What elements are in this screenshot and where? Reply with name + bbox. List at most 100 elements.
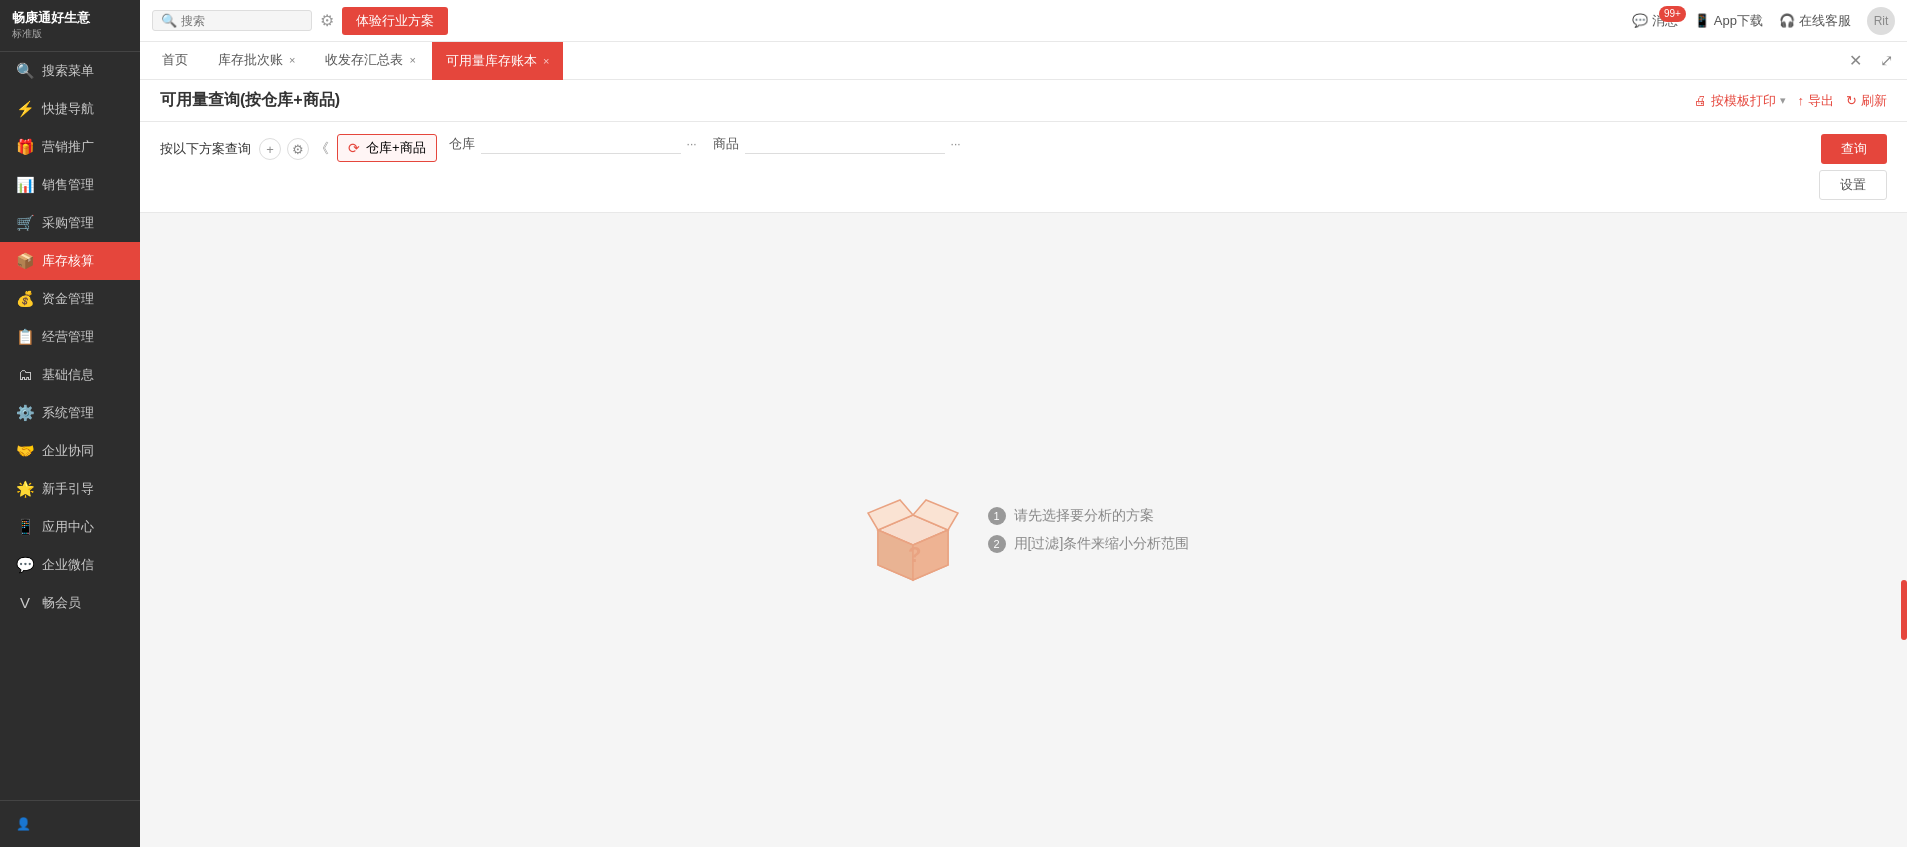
- gear-icon[interactable]: ⚙: [320, 11, 334, 30]
- page-header: 可用量查询(按仓库+商品) 🖨 按模板打印 ▾ ↑ 导出 ↻ 刷新: [140, 80, 1907, 122]
- online-service-btn[interactable]: 🎧 在线客服: [1779, 12, 1851, 30]
- sidebar-item-basic[interactable]: 🗂基础信息: [0, 356, 140, 394]
- tab-label: 库存批次账: [218, 51, 283, 69]
- tab-batch-ledger[interactable]: 库存批次账 ×: [204, 42, 309, 80]
- close-tab-icon[interactable]: ✕: [1843, 49, 1868, 72]
- sidebar-bottom: 👤: [0, 800, 140, 847]
- empty-step-1: 1 请先选择要分析的方案: [988, 507, 1190, 525]
- topbar-right: 💬 消息 99+ 📱 App下载 🎧 在线客服 Rit: [1632, 7, 1895, 35]
- empty-step-2: 2 用[过滤]条件来缩小分析范围: [988, 535, 1190, 553]
- search-icon: 🔍: [161, 13, 177, 28]
- tab-receive-summary[interactable]: 收发存汇总表×: [311, 42, 429, 80]
- newbie-icon: 🌟: [16, 480, 34, 498]
- step-1-text: 请先选择要分析的方案: [1014, 507, 1154, 525]
- sidebar-item-enterprise[interactable]: 🤝 企业协同: [0, 432, 140, 470]
- scheme-section: 按以下方案查询 + ⚙ 《 ⟳ 仓库+商品: [160, 134, 437, 162]
- user-menu[interactable]: Rit: [1867, 7, 1895, 35]
- avatar: Rit: [1867, 7, 1895, 35]
- refresh-btn[interactable]: ↻ 刷新: [1846, 92, 1887, 110]
- print-label: 按模板打印: [1711, 92, 1776, 110]
- headset-icon: 🎧: [1779, 13, 1795, 28]
- sidebar-logo: 畅康通好生意 标准版: [0, 0, 140, 52]
- page-title: 可用量查询(按仓库+商品): [160, 90, 340, 111]
- user-icon: 👤: [16, 817, 31, 831]
- sidebar: 畅康通好生意 标准版 🔍 搜索菜单 ⚡快捷导航🎁营销推广📊销售管理 🛒 采购管理 📦 库存核…: [0, 0, 140, 847]
- sidebar-item-label: 快捷导航: [42, 100, 94, 118]
- content-area: 可用量查询(按仓库+商品) 🖨 按模板打印 ▾ ↑ 导出 ↻ 刷新: [140, 80, 1907, 847]
- step-1-num: 1: [988, 507, 1006, 525]
- sidebar-item-label: 基础信息: [42, 366, 94, 384]
- vip-icon: V: [16, 594, 34, 611]
- system-icon: ⚙️: [16, 404, 34, 422]
- add-scheme-btn[interactable]: +: [259, 138, 281, 160]
- page-header-actions: 🖨 按模板打印 ▾ ↑ 导出 ↻ 刷新: [1694, 92, 1888, 110]
- step-2-text: 用[过滤]条件来缩小分析范围: [1014, 535, 1190, 553]
- warehouse-more-btn[interactable]: ···: [687, 137, 697, 151]
- sidebar-item-label: 企业微信: [42, 556, 94, 574]
- search-icon: 🔍: [16, 62, 34, 80]
- tab-close-icon[interactable]: ×: [543, 55, 549, 67]
- tab-close-icon[interactable]: ×: [409, 54, 415, 66]
- purchase-icon: 🛒: [16, 214, 34, 232]
- settings-button[interactable]: 设置: [1819, 170, 1887, 200]
- app-download-label: App下载: [1714, 12, 1763, 30]
- sidebar-item-vip[interactable]: V畅会员: [0, 584, 140, 622]
- empty-state: ? 1 请先选择要分析的方案 2 用[过滤]条件来缩小分析范围: [140, 213, 1907, 847]
- sidebar-item-search[interactable]: 🔍 搜索菜单: [0, 52, 140, 90]
- query-button[interactable]: 查询: [1821, 134, 1887, 164]
- warehouse-filter-input[interactable]: [481, 134, 681, 154]
- sidebar-item-system[interactable]: ⚙️系统管理: [0, 394, 140, 432]
- tabbar-actions: ✕ ⤢: [1843, 49, 1899, 72]
- sidebar-item-label: 经营管理: [42, 328, 94, 346]
- sidebar-item-purchase[interactable]: 🛒 采购管理: [0, 204, 140, 242]
- step-2-num: 2: [988, 535, 1006, 553]
- topbar-search-input[interactable]: [181, 14, 303, 28]
- sidebar-item-label: 营销推广: [42, 138, 94, 156]
- phone-icon: 📱: [1694, 13, 1710, 28]
- sidebar-item-label: 搜索菜单: [42, 62, 94, 80]
- sidebar-item-newbie[interactable]: 🌟 新手引导: [0, 470, 140, 508]
- collapse-icon[interactable]: 《: [315, 140, 329, 158]
- message-btn[interactable]: 💬 消息 99+: [1632, 12, 1678, 30]
- sales-icon: 📊: [16, 176, 34, 194]
- expand-icon[interactable]: ⤢: [1874, 49, 1899, 72]
- sidebar-item-finance[interactable]: 💰资金管理: [0, 280, 140, 318]
- sidebar-item-label: 资金管理: [42, 290, 94, 308]
- enterprise-icon: 🤝: [16, 442, 34, 460]
- trial-button[interactable]: 体验行业方案: [342, 7, 448, 35]
- sidebar-item-marketing[interactable]: 🎁营销推广: [0, 128, 140, 166]
- inventory-icon: 📦: [16, 252, 34, 270]
- product-more-btn[interactable]: ···: [951, 137, 961, 151]
- sidebar-bottom-user[interactable]: 👤: [0, 809, 140, 839]
- topbar-search-box[interactable]: 🔍: [152, 10, 312, 31]
- sidebar-item-quick-nav[interactable]: ⚡快捷导航: [0, 90, 140, 128]
- sidebar-item-label: 库存核算: [42, 252, 94, 270]
- refresh-label: 刷新: [1861, 92, 1887, 110]
- sidebar-item-wechat[interactable]: 💬企业微信: [0, 546, 140, 584]
- chevron-down-icon: ▾: [1780, 94, 1786, 107]
- scheme-warehouse-product[interactable]: ⟳ 仓库+商品: [337, 134, 437, 162]
- tab-close-icon[interactable]: ×: [289, 54, 295, 66]
- app-download-btn[interactable]: 📱 App下载: [1694, 12, 1763, 30]
- sidebar-item-app-center[interactable]: 📱应用中心: [0, 508, 140, 546]
- message-icon: 💬: [1632, 13, 1648, 28]
- print-template-btn[interactable]: 🖨 按模板打印 ▾: [1694, 92, 1786, 110]
- sidebar-item-label: 企业协同: [42, 442, 94, 460]
- user-name: Rit: [1874, 14, 1889, 28]
- sidebar-item-label: 采购管理: [42, 214, 94, 232]
- warehouse-filter-label: 仓库: [449, 135, 475, 153]
- sidebar-item-inventory[interactable]: 📦 库存核算: [0, 242, 140, 280]
- product-filter-input[interactable]: [745, 134, 945, 154]
- sidebar-item-label: 新手引导: [42, 480, 94, 498]
- export-btn[interactable]: ↑ 导出: [1798, 92, 1835, 110]
- tab-home[interactable]: 首页: [148, 42, 202, 80]
- app-center-icon: 📱: [16, 518, 34, 536]
- sidebar-item-sales[interactable]: 📊销售管理: [0, 166, 140, 204]
- settings-scheme-btn[interactable]: ⚙: [287, 138, 309, 160]
- app-name: 畅康通好生意: [12, 10, 128, 27]
- empty-svg: ?: [858, 480, 968, 590]
- tab-available-ledger[interactable]: 可用量库存账本×: [432, 42, 563, 80]
- online-service-label: 在线客服: [1799, 12, 1851, 30]
- sidebar-item-operations[interactable]: 📋经营管理: [0, 318, 140, 356]
- filter-warehouse: 仓库 ···: [449, 134, 697, 154]
